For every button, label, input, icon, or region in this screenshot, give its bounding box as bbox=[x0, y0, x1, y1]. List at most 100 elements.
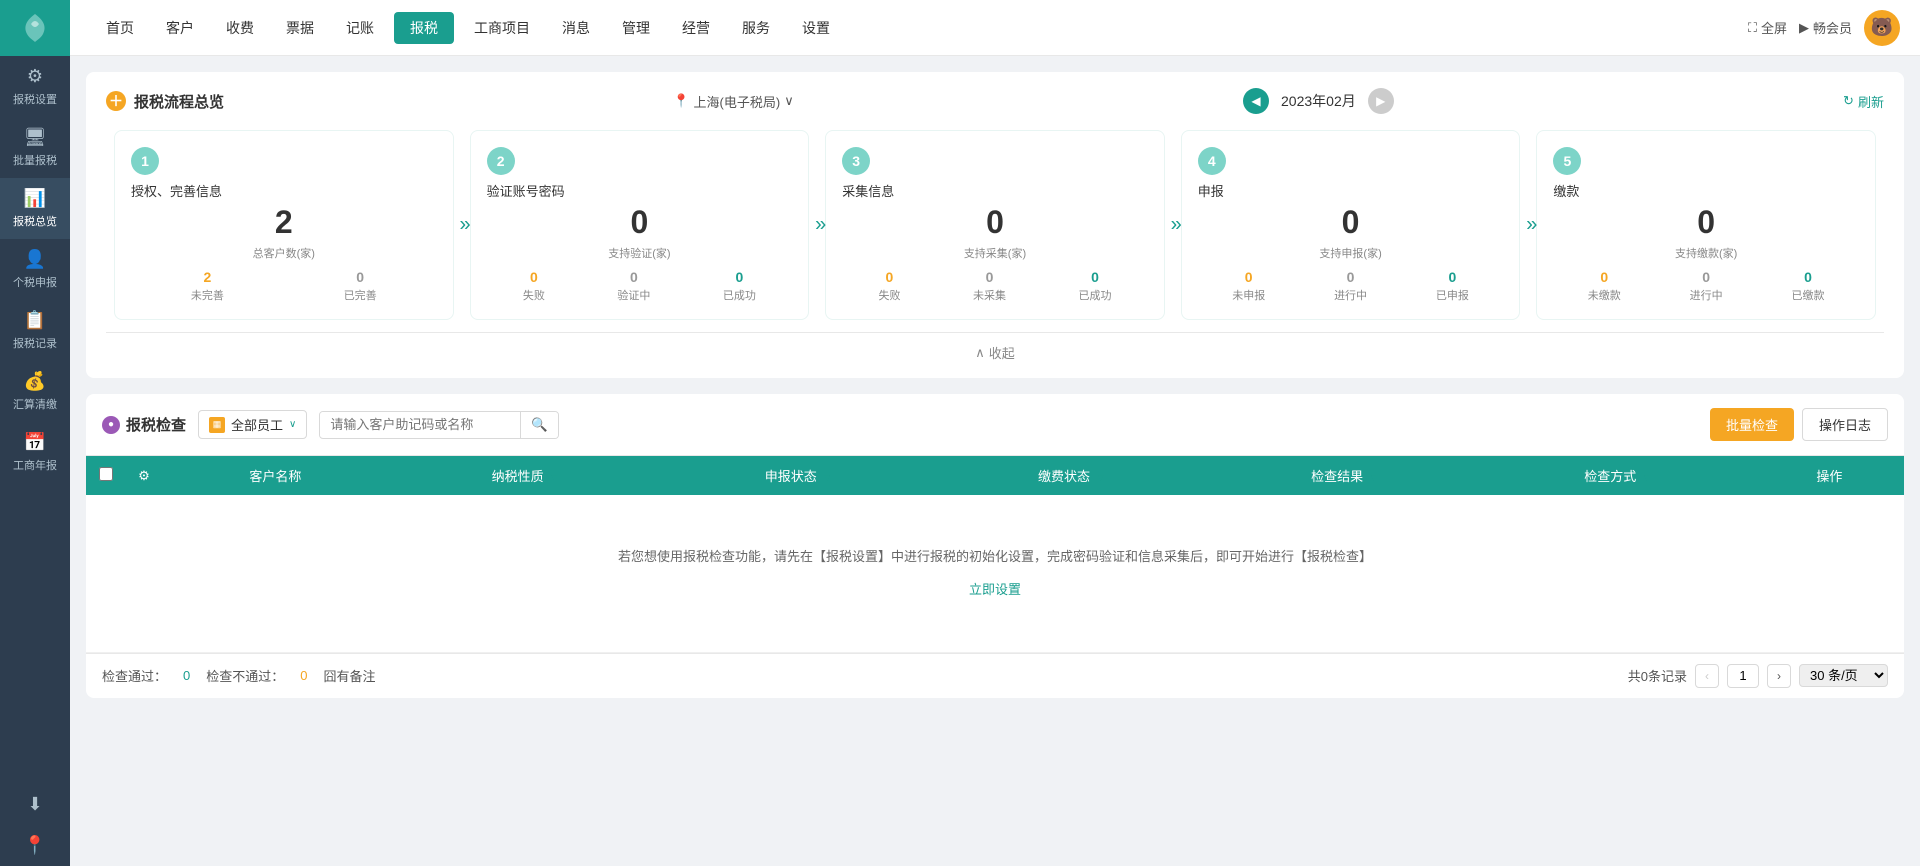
step-card-4: 4 申报 0 支持申报(家) 0 未申报 0 进行中 bbox=[1181, 130, 1521, 320]
prev-month-button[interactable]: ◀ bbox=[1243, 88, 1269, 114]
prev-page-button[interactable]: ‹ bbox=[1695, 664, 1719, 688]
nav-home[interactable]: 首页 bbox=[90, 0, 150, 56]
filter-arrow-icon: ∨ bbox=[289, 419, 296, 430]
step-stat-complete: 0 已完善 bbox=[344, 269, 377, 303]
s4-v1: 0 bbox=[1347, 269, 1355, 285]
step3-stat-0: 0 失败 bbox=[878, 269, 900, 303]
step-subtitle-4: 支持申报(家) bbox=[1198, 245, 1504, 261]
step-card-2: 2 验证账号密码 0 支持验证(家) 0 失败 0 验证中 bbox=[470, 130, 810, 320]
filter-nature-icon[interactable]: ▼ bbox=[549, 473, 559, 484]
sidebar-item-tax-overview[interactable]: 📊 报税总览 bbox=[0, 178, 70, 239]
th-check-result: 检查结果 ▼ bbox=[1208, 456, 1481, 495]
avatar[interactable]: 🐻 bbox=[1864, 10, 1900, 46]
step3-stat-2: 0 已成功 bbox=[1079, 269, 1112, 303]
step-bignum-1: 2 bbox=[131, 204, 437, 241]
step5-stat-0: 0 未缴款 bbox=[1588, 269, 1621, 303]
logo[interactable] bbox=[0, 0, 70, 56]
step-stats-4: 0 未申报 0 进行中 0 已申报 bbox=[1198, 269, 1504, 303]
pass-count[interactable]: 0 bbox=[183, 668, 190, 683]
clearance-icon: 💰 bbox=[24, 371, 46, 392]
filter-declare-icon[interactable]: ▼ bbox=[822, 473, 832, 484]
filter-result-icon[interactable]: ▼ bbox=[1369, 473, 1379, 484]
step-title-2: 验证账号密码 bbox=[487, 181, 793, 200]
th-settings: ⚙ bbox=[126, 456, 162, 495]
s2-v2: 0 bbox=[736, 269, 744, 285]
nav-services[interactable]: 服务 bbox=[726, 0, 786, 56]
nav-messages[interactable]: 消息 bbox=[546, 0, 606, 56]
pass-label: 检查通过： bbox=[102, 666, 167, 685]
footer-right: 共0条记录 ‹ › 30 条/页 50 条/页 100 条/页 bbox=[1628, 664, 1888, 688]
step4-stat-1: 0 进行中 bbox=[1334, 269, 1367, 303]
sidebar-item-download[interactable]: ⬇ bbox=[0, 784, 70, 825]
th-customer-name: 客户名称 bbox=[162, 456, 389, 495]
sidebar-item-personal-tax[interactable]: 👤 个税申报 bbox=[0, 239, 70, 300]
filter-payment-icon[interactable]: ▼ bbox=[1096, 473, 1106, 484]
step-subtitle-3: 支持采集(家) bbox=[842, 245, 1148, 261]
empty-message: 若您想使用报税检查功能，请先在【报税设置】中进行报税的初始化设置，完成密码验证和… bbox=[98, 505, 1892, 642]
filter-icon: ▦ bbox=[209, 417, 225, 433]
table-settings-icon[interactable]: ⚙ bbox=[138, 468, 150, 483]
filter-method-icon[interactable]: ▼ bbox=[1642, 473, 1652, 484]
step-bignum-5: 0 bbox=[1553, 204, 1859, 241]
nav-invoices[interactable]: 票据 bbox=[270, 0, 330, 56]
topnav-items: 首页 客户 收费 票据 记账 报税 工商项目 消息 管理 经营 服务 设置 bbox=[90, 0, 1748, 56]
overview-nav: ◀ 2023年02月 ▶ bbox=[1243, 88, 1394, 114]
content-area: ＋ 报税流程总览 📍 上海(电子税局) ∨ ◀ 2023年02月 ▶ ↻ 刷新 bbox=[70, 56, 1920, 866]
th-operations: 操作 bbox=[1755, 456, 1904, 495]
member-button[interactable]: ▶ 畅会员 bbox=[1799, 18, 1852, 37]
step-subtitle-5: 支持缴款(家) bbox=[1553, 245, 1859, 261]
page-input[interactable] bbox=[1727, 664, 1759, 688]
sidebar-item-annual-report[interactable]: 📅 工商年报 bbox=[0, 422, 70, 483]
select-all-checkbox[interactable] bbox=[99, 467, 113, 481]
search-button[interactable]: 🔍 bbox=[520, 412, 558, 438]
step-bignum-3: 0 bbox=[842, 204, 1148, 241]
nav-operations[interactable]: 经营 bbox=[666, 0, 726, 56]
table-container: ⚙ 客户名称 纳税性质 ▼ 申报状态 ▼ bbox=[86, 456, 1904, 653]
th-payment-status: 缴费状态 ▼ bbox=[935, 456, 1208, 495]
steps-row: 1 授权、完善信息 2 总客户数(家) 2 未完善 0 已完善 bbox=[106, 130, 1884, 320]
step-card-1: 1 授权、完善信息 2 总客户数(家) 2 未完善 0 已完善 bbox=[114, 130, 454, 320]
sidebar-item-batch-tax[interactable]: 🖥 批量报税 bbox=[0, 117, 70, 178]
nav-settings[interactable]: 设置 bbox=[786, 0, 846, 56]
sidebar-item-location[interactable]: 📍 bbox=[0, 825, 70, 866]
next-month-button[interactable]: ▶ bbox=[1368, 88, 1394, 114]
step-num-5: 5 bbox=[1553, 147, 1581, 175]
sidebar-item-tax-settings[interactable]: ⚙ 报税设置 bbox=[0, 56, 70, 117]
step-arrow-1: » bbox=[459, 214, 470, 237]
fullscreen-button[interactable]: ⛶ 全屏 bbox=[1748, 18, 1787, 37]
search-box: 🔍 bbox=[319, 411, 559, 439]
batch-check-button[interactable]: 批量检查 bbox=[1710, 408, 1794, 441]
s2-v1: 0 bbox=[630, 269, 638, 285]
step-num-2: 2 bbox=[487, 147, 515, 175]
operation-log-button[interactable]: 操作日志 bbox=[1802, 408, 1888, 441]
nav-customer[interactable]: 客户 bbox=[150, 0, 210, 56]
total-records: 共0条记录 bbox=[1628, 666, 1687, 685]
overview-plus-icon: ＋ bbox=[106, 91, 126, 111]
s5-v1: 0 bbox=[1702, 269, 1710, 285]
nav-fees[interactable]: 收费 bbox=[210, 0, 270, 56]
fail-count[interactable]: 0 bbox=[300, 668, 307, 683]
sidebar-item-tax-record[interactable]: 📋 报税记录 bbox=[0, 300, 70, 361]
sidebar-item-clearance[interactable]: 💰 汇算清缴 bbox=[0, 361, 70, 422]
step2-stat-1: 0 验证中 bbox=[617, 269, 650, 303]
nav-accounting[interactable]: 记账 bbox=[330, 0, 390, 56]
collapse-button[interactable]: ∧ 收起 bbox=[975, 343, 1015, 362]
employee-filter[interactable]: ▦ 全部员工 ∨ bbox=[198, 410, 307, 439]
nav-tax[interactable]: 报税 bbox=[394, 12, 454, 44]
nav-management[interactable]: 管理 bbox=[606, 0, 666, 56]
page-size-select[interactable]: 30 条/页 50 条/页 100 条/页 bbox=[1799, 664, 1888, 687]
search-input[interactable] bbox=[320, 412, 520, 437]
check-card: ● 报税检查 ▦ 全部员工 ∨ 🔍 批量检查 操作日志 bbox=[86, 394, 1904, 698]
next-page-button[interactable]: › bbox=[1767, 664, 1791, 688]
tax-settings-icon: ⚙ bbox=[27, 66, 43, 87]
overview-location[interactable]: 📍 上海(电子税局) ∨ bbox=[673, 92, 793, 111]
sidebar: ⚙ 报税设置 🖥 批量报税 📊 报税总览 👤 个税申报 📋 报税记录 💰 汇算清… bbox=[0, 0, 70, 866]
step-bignum-4: 0 bbox=[1198, 204, 1504, 241]
refresh-button[interactable]: ↻ 刷新 bbox=[1843, 92, 1884, 111]
step-bignum-2: 0 bbox=[487, 204, 793, 241]
check-header: ● 报税检查 ▦ 全部员工 ∨ 🔍 批量检查 操作日志 bbox=[86, 394, 1904, 456]
setup-link[interactable]: 立即设置 bbox=[969, 582, 1021, 597]
nav-business[interactable]: 工商项目 bbox=[458, 0, 546, 56]
step-num-3: 3 bbox=[842, 147, 870, 175]
sidebar-bottom: ⬇ 📍 bbox=[0, 784, 70, 866]
